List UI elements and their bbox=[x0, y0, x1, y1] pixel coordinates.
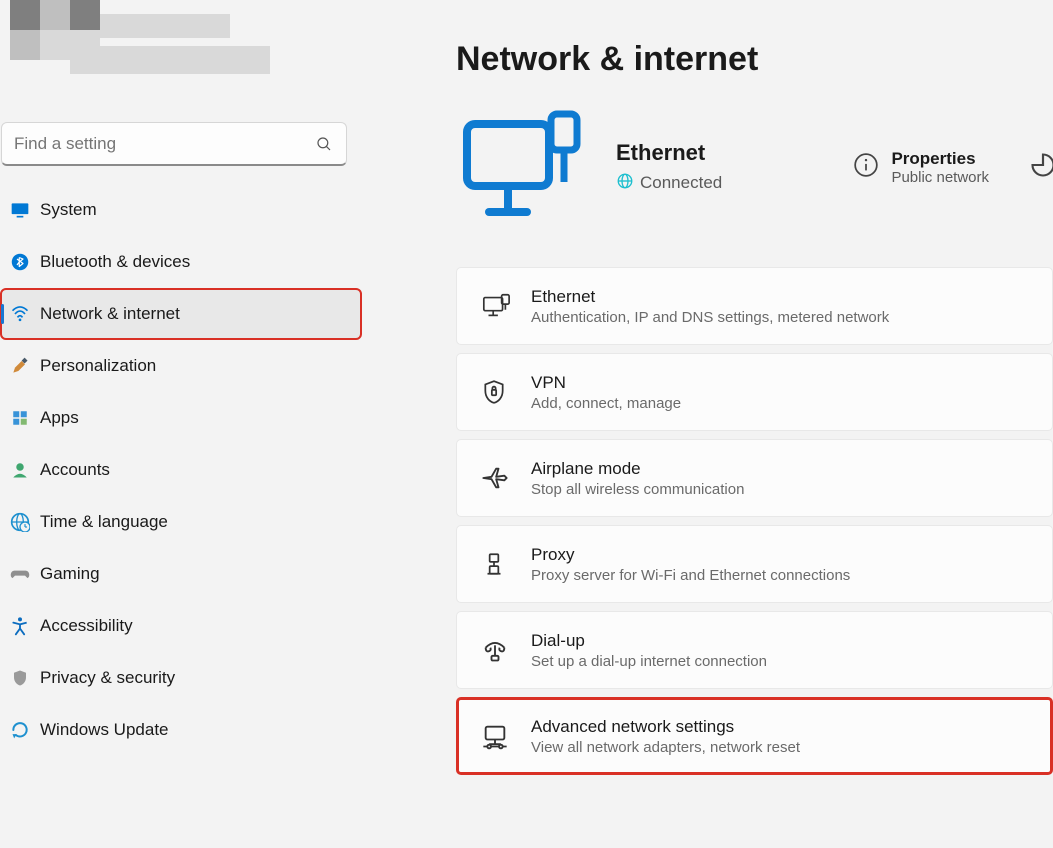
sidebar-item-bluetooth[interactable]: Bluetooth & devices bbox=[0, 236, 362, 288]
windows-update-icon bbox=[0, 720, 40, 740]
card-title: Airplane mode bbox=[531, 459, 744, 479]
sidebar-item-time-language[interactable]: Time & language bbox=[0, 496, 362, 548]
sidebar-item-gaming[interactable]: Gaming bbox=[0, 548, 362, 600]
accounts-icon bbox=[0, 461, 40, 479]
card-proxy[interactable]: Proxy Proxy server for Wi-Fi and Etherne… bbox=[456, 525, 1053, 603]
nav-label: Network & internet bbox=[40, 304, 180, 324]
airplane-icon bbox=[481, 464, 531, 492]
card-sub: Authentication, IP and DNS settings, met… bbox=[531, 309, 889, 326]
card-sub: Set up a dial-up internet connection bbox=[531, 653, 767, 670]
nav-label: Accessibility bbox=[40, 616, 133, 636]
info-icon bbox=[853, 152, 879, 182]
gaming-icon bbox=[0, 564, 40, 584]
card-title: Advanced network settings bbox=[531, 717, 800, 737]
sidebar-item-personalization[interactable]: Personalization bbox=[0, 340, 362, 392]
sidebar-item-system[interactable]: System bbox=[0, 184, 362, 236]
nav: System Bluetooth & devices Network & int… bbox=[0, 184, 362, 756]
nav-label: Time & language bbox=[40, 512, 168, 532]
connection-status-text: Connected bbox=[640, 173, 722, 193]
advanced-network-icon bbox=[481, 722, 531, 750]
network-hero: Ethernet Connected Properties Public net… bbox=[456, 107, 1053, 227]
card-airplane-mode[interactable]: Airplane mode Stop all wireless communic… bbox=[456, 439, 1053, 517]
main-content: Network & internet Ethernet Connected bbox=[456, 40, 1053, 775]
properties-title: Properties bbox=[891, 149, 989, 169]
bluetooth-icon bbox=[0, 253, 40, 271]
nav-label: Bluetooth & devices bbox=[40, 252, 190, 272]
sidebar: System Bluetooth & devices Network & int… bbox=[0, 0, 362, 848]
properties-sub: Public network bbox=[891, 169, 989, 186]
globe-icon bbox=[616, 172, 634, 195]
settings-cards: Ethernet Authentication, IP and DNS sett… bbox=[456, 267, 1053, 775]
page-title: Network & internet bbox=[456, 40, 1053, 79]
card-advanced-network-settings[interactable]: Advanced network settings View all netwo… bbox=[456, 697, 1053, 775]
card-sub: Add, connect, manage bbox=[531, 395, 681, 412]
data-usage-icon[interactable] bbox=[1029, 151, 1053, 183]
personalization-icon bbox=[0, 356, 40, 376]
card-dial-up[interactable]: Dial-up Set up a dial-up internet connec… bbox=[456, 611, 1053, 689]
card-title: Dial-up bbox=[531, 631, 767, 651]
accessibility-icon bbox=[0, 616, 40, 636]
privacy-icon bbox=[0, 669, 40, 687]
connection-status: Connected bbox=[616, 172, 722, 195]
nav-label: Apps bbox=[40, 408, 79, 428]
connection-info: Ethernet Connected bbox=[616, 140, 722, 195]
time-language-icon bbox=[0, 512, 40, 532]
system-icon bbox=[0, 200, 40, 220]
network-icon bbox=[0, 304, 40, 324]
connection-title: Ethernet bbox=[616, 140, 722, 166]
sidebar-item-accessibility[interactable]: Accessibility bbox=[0, 600, 362, 652]
search-icon bbox=[302, 135, 346, 153]
properties-button[interactable]: Properties Public network bbox=[853, 149, 989, 186]
sidebar-item-windows-update[interactable]: Windows Update bbox=[0, 704, 362, 756]
nav-label: System bbox=[40, 200, 97, 220]
card-ethernet[interactable]: Ethernet Authentication, IP and DNS sett… bbox=[456, 267, 1053, 345]
sidebar-item-privacy[interactable]: Privacy & security bbox=[0, 652, 362, 704]
card-sub: Stop all wireless communication bbox=[531, 481, 744, 498]
nav-label: Privacy & security bbox=[40, 668, 175, 688]
nav-label: Accounts bbox=[40, 460, 110, 480]
apps-icon bbox=[0, 409, 40, 427]
card-sub: View all network adapters, network reset bbox=[531, 739, 800, 756]
sidebar-item-apps[interactable]: Apps bbox=[0, 392, 362, 444]
nav-label: Personalization bbox=[40, 356, 156, 376]
sidebar-item-network[interactable]: Network & internet bbox=[0, 288, 362, 340]
proxy-icon bbox=[481, 551, 531, 577]
card-title: VPN bbox=[531, 373, 681, 393]
card-sub: Proxy server for Wi-Fi and Ethernet conn… bbox=[531, 567, 850, 584]
card-title: Proxy bbox=[531, 545, 850, 565]
search-input[interactable] bbox=[2, 134, 302, 154]
search-input-wrap[interactable] bbox=[1, 122, 347, 166]
dial-up-icon bbox=[481, 636, 531, 664]
vpn-icon bbox=[481, 379, 531, 405]
nav-label: Windows Update bbox=[40, 720, 169, 740]
ethernet-icon bbox=[481, 291, 531, 321]
account-block bbox=[10, 0, 290, 90]
card-title: Ethernet bbox=[531, 287, 889, 307]
sidebar-item-accounts[interactable]: Accounts bbox=[0, 444, 362, 496]
nav-label: Gaming bbox=[40, 564, 100, 584]
card-vpn[interactable]: VPN Add, connect, manage bbox=[456, 353, 1053, 431]
ethernet-hero-icon bbox=[456, 107, 586, 227]
